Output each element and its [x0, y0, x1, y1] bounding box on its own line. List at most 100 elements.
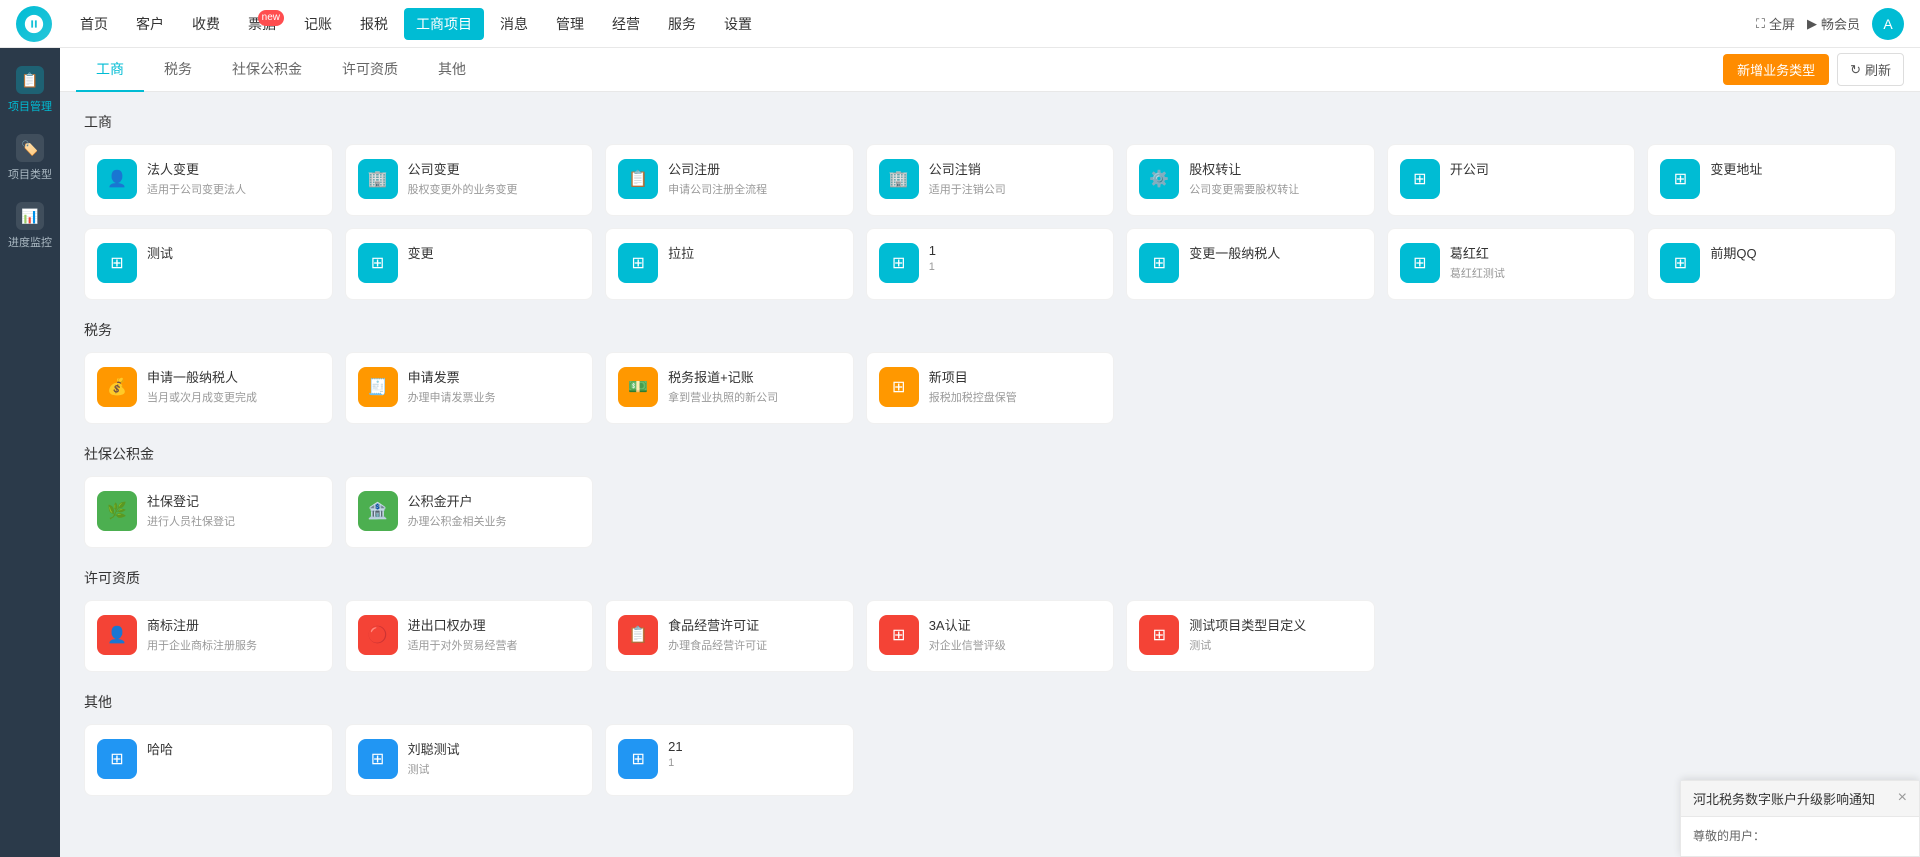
nav-items: 首页 客户 收费 票据 new 记账 报税 工商项目 消息 管理 经营 服务 设… — [68, 8, 1756, 40]
card-apply-general-taxpayer[interactable]: 💰 申请一般纳税人 当月或次月成变更完成 — [84, 352, 333, 424]
member-btn[interactable]: ▶ 畅会员 — [1807, 14, 1860, 33]
card-equity-transfer[interactable]: ⚙️ 股权转让 公司变更需要股权转让 — [1126, 144, 1375, 216]
tab-license[interactable]: 许可资质 — [322, 48, 418, 92]
nav-home[interactable]: 首页 — [68, 8, 120, 40]
card-name: 食品经营许可证 — [668, 615, 841, 634]
card-icon: 🏦 — [358, 491, 398, 531]
refresh-icon: ↻ — [1850, 62, 1861, 78]
card-name: 测试项目类型目定义 — [1189, 615, 1362, 634]
user-avatar[interactable]: A — [1872, 8, 1904, 40]
card-lala[interactable]: ⊞ 拉拉 — [605, 228, 854, 300]
card-icon: ⊞ — [879, 243, 919, 283]
industry-cards-row2: ⊞ 测试 ⊞ 变更 ⊞ 拉拉 — [84, 228, 1896, 300]
refresh-button[interactable]: ↻ 刷新 — [1837, 53, 1904, 86]
card-new-project[interactable]: ⊞ 新项目 报税加税控盘保管 — [866, 352, 1115, 424]
card-name: 公司注销 — [929, 159, 1102, 178]
card-name: 进出口权办理 — [408, 615, 581, 634]
app-logo — [16, 6, 52, 42]
card-company-register[interactable]: 📋 公司注册 申请公司注册全流程 — [605, 144, 854, 216]
nav-message[interactable]: 消息 — [488, 8, 540, 40]
card-apply-invoice[interactable]: 🧾 申请发票 办理申请发票业务 — [345, 352, 594, 424]
project-manage-icon: 📋 — [16, 66, 44, 94]
card-desc: 1 — [929, 261, 1102, 273]
card-open-company[interactable]: ⊞ 开公司 — [1387, 144, 1636, 216]
nav-tax[interactable]: 报税 — [348, 8, 400, 40]
card-icon: ⊞ — [879, 615, 919, 655]
sidebar-item-project-type[interactable]: 🏷️ 项目类型 — [0, 124, 60, 192]
card-icon: ⊞ — [97, 739, 137, 779]
card-desc: 测试 — [408, 761, 581, 777]
tab-bar: 工商 税务 社保公积金 许可资质 其他 新增业务类型 ↻ 刷新 — [60, 48, 1920, 92]
card-social-register[interactable]: 🌿 社保登记 进行人员社保登记 — [84, 476, 333, 548]
social-cards: 🌿 社保登记 进行人员社保登记 🏦 公积金开户 办理公积金相关业务 — [84, 476, 1896, 548]
nav-service[interactable]: 服务 — [656, 8, 708, 40]
card-icon: ⊞ — [1400, 243, 1440, 283]
card-tax-bookkeeping[interactable]: 💵 税务报道+记账 拿到营业执照的新公司 — [605, 352, 854, 424]
card-name: 股权转让 — [1189, 159, 1362, 178]
card-desc: 测试 — [1189, 637, 1362, 653]
card-icon: ⊞ — [618, 243, 658, 283]
card-desc: 公司变更需要股权转让 — [1189, 181, 1362, 197]
nav-operation[interactable]: 经营 — [600, 8, 652, 40]
card-change[interactable]: ⊞ 变更 — [345, 228, 594, 300]
tab-other[interactable]: 其他 — [418, 48, 486, 92]
card-change-address[interactable]: ⊞ 变更地址 — [1647, 144, 1896, 216]
license-cards: 👤 商标注册 用于企业商标注册服务 🔴 进出口权办理 适用于对外贸易经营者 📋 — [84, 600, 1896, 672]
card-21[interactable]: ⊞ 21 1 — [605, 724, 854, 796]
card-name: 哈哈 — [147, 739, 320, 758]
notification-popup: 河北税务数字账户升级影响通知 × 尊敬的用户： — [1680, 780, 1920, 857]
card-icon: ⊞ — [618, 739, 658, 779]
card-company-cancel[interactable]: 🏢 公司注销 适用于注销公司 — [866, 144, 1115, 216]
nav-bookkeeping[interactable]: 记账 — [292, 8, 344, 40]
tab-tax[interactable]: 税务 — [144, 48, 212, 92]
card-food-license[interactable]: 📋 食品经营许可证 办理食品经营许可证 — [605, 600, 854, 672]
section-title-tax: 税务 — [84, 320, 1896, 340]
card-test-type[interactable]: ⊞ 测试项目类型目定义 测试 — [1126, 600, 1375, 672]
card-1[interactable]: ⊞ 1 1 — [866, 228, 1115, 300]
nav-industry[interactable]: 工商项目 — [404, 8, 484, 40]
card-test[interactable]: ⊞ 测试 — [84, 228, 333, 300]
section-title-industry: 工商 — [84, 112, 1896, 132]
card-name: 社保登记 — [147, 491, 320, 510]
nav-settings[interactable]: 设置 — [712, 8, 764, 40]
add-type-button[interactable]: 新增业务类型 — [1723, 54, 1829, 85]
nav-billing[interactable]: 收费 — [180, 8, 232, 40]
card-import-export[interactable]: 🔴 进出口权办理 适用于对外贸易经营者 — [345, 600, 594, 672]
card-name: 3A认证 — [929, 615, 1102, 634]
content-area: 工商 税务 社保公积金 许可资质 其他 新增业务类型 ↻ 刷新 工商 👤 — [60, 48, 1920, 857]
section-title-other: 其他 — [84, 692, 1896, 712]
card-icon: 🌿 — [97, 491, 137, 531]
tab-social[interactable]: 社保公积金 — [212, 48, 322, 92]
card-haha[interactable]: ⊞ 哈哈 — [84, 724, 333, 796]
card-gehonghong[interactable]: ⊞ 葛红红 葛红红测试 — [1387, 228, 1636, 300]
card-change-general-taxpayer[interactable]: ⊞ 变更一般纳税人 — [1126, 228, 1375, 300]
card-icon: 📋 — [618, 615, 658, 655]
fullscreen-btn[interactable]: ⛶ 全屏 — [1756, 14, 1795, 33]
card-liucong-test[interactable]: ⊞ 刘聪测试 测试 — [345, 724, 594, 796]
card-qianqiqq[interactable]: ⊞ 前期QQ — [1647, 228, 1896, 300]
card-name: 拉拉 — [668, 243, 841, 262]
card-name: 公积金开户 — [408, 491, 581, 510]
top-nav: 首页 客户 收费 票据 new 记账 报税 工商项目 消息 管理 经营 服务 设… — [0, 0, 1920, 48]
main-layout: 📋 项目管理 🏷️ 项目类型 📊 进度监控 工商 税务 社保公积金 许可资质 其… — [0, 48, 1920, 857]
card-fund-account[interactable]: 🏦 公积金开户 办理公积金相关业务 — [345, 476, 594, 548]
nav-ticket[interactable]: 票据 new — [236, 8, 288, 40]
card-icon: ⊞ — [358, 243, 398, 283]
notif-title: 河北税务数字账户升级影响通知 — [1693, 789, 1875, 808]
card-legal-change[interactable]: 👤 法人变更 适用于公司变更法人 — [84, 144, 333, 216]
tab-actions: 新增业务类型 ↻ 刷新 — [1723, 53, 1904, 86]
notif-body: 尊敬的用户： — [1681, 817, 1919, 856]
card-company-change[interactable]: 🏢 公司变更 股权变更外的业务变更 — [345, 144, 594, 216]
card-name: 商标注册 — [147, 615, 320, 634]
notif-close-btn[interactable]: × — [1898, 789, 1907, 807]
page-content: 工商 👤 法人变更 适用于公司变更法人 🏢 公司变更 股权变更外的业务变更 — [60, 92, 1920, 857]
card-trademark[interactable]: 👤 商标注册 用于企业商标注册服务 — [84, 600, 333, 672]
section-title-social: 社保公积金 — [84, 444, 1896, 464]
sidebar-item-progress[interactable]: 📊 进度监控 — [0, 192, 60, 260]
nav-manage[interactable]: 管理 — [544, 8, 596, 40]
card-name: 法人变更 — [147, 159, 320, 178]
nav-customer[interactable]: 客户 — [124, 8, 176, 40]
sidebar-item-project-manage[interactable]: 📋 项目管理 — [0, 56, 60, 124]
tab-industry[interactable]: 工商 — [76, 48, 144, 92]
card-3a-cert[interactable]: ⊞ 3A认证 对企业信誉评级 — [866, 600, 1115, 672]
